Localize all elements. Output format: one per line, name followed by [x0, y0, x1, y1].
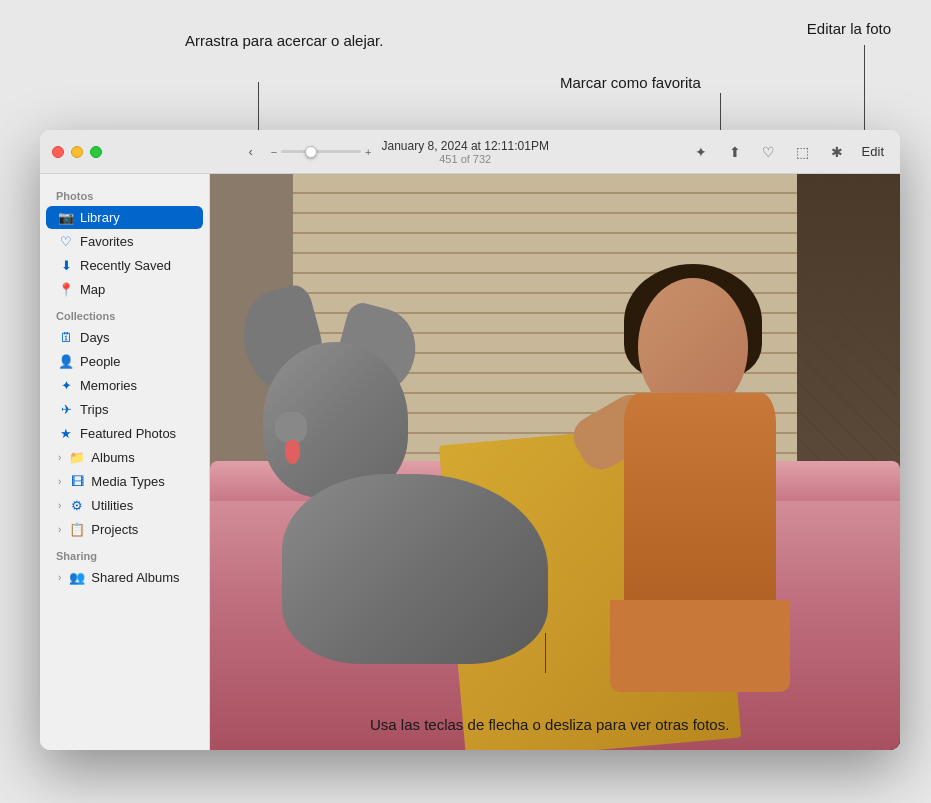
- sidebar-item-days[interactable]: 🗓 Days: [46, 326, 203, 349]
- zoom-minus-icon: −: [271, 146, 277, 158]
- adjust-button[interactable]: ✱: [824, 139, 850, 165]
- photo-girl: [569, 232, 845, 693]
- sidebar-item-media-types[interactable]: › 🎞 Media Types: [46, 470, 203, 493]
- sidebar-item-label: Map: [80, 282, 105, 297]
- sidebar-item-memories[interactable]: ✦ Memories: [46, 374, 203, 397]
- photos-section-label: Photos: [40, 182, 209, 205]
- library-icon: 📷: [58, 210, 74, 225]
- sidebar-item-label: Media Types: [91, 474, 164, 489]
- sidebar-item-people[interactable]: 👤 People: [46, 350, 203, 373]
- sidebar-item-label: Memories: [80, 378, 137, 393]
- favorite-button[interactable]: ♡: [756, 139, 782, 165]
- photo-dog: [245, 318, 625, 664]
- people-icon: 👤: [58, 354, 74, 369]
- sidebar-item-label: Featured Photos: [80, 426, 176, 441]
- dog-body: [282, 474, 548, 664]
- favorites-icon: ♡: [58, 234, 74, 249]
- collections-section-label: Collections: [40, 302, 209, 325]
- titlebar-actions: ✦ ⬆ ♡ ⬚ ✱ Edit: [688, 139, 888, 165]
- sidebar-item-label: Favorites: [80, 234, 133, 249]
- share-button[interactable]: ⬆: [722, 139, 748, 165]
- recently-saved-icon: ⬇: [58, 258, 74, 273]
- sidebar-item-label: Utilities: [91, 498, 133, 513]
- edit-photo-line: [864, 45, 865, 130]
- photo-area[interactable]: [210, 174, 900, 750]
- sidebar: Photos 📷 Library ♡ Favorites ⬇ Recently …: [40, 174, 210, 750]
- sidebar-item-library[interactable]: 📷 Library: [46, 206, 203, 229]
- sidebar-item-label: Projects: [91, 522, 138, 537]
- albums-icon: 📁: [69, 450, 85, 465]
- smart-album-button[interactable]: ✦: [688, 139, 714, 165]
- sidebar-item-favorites[interactable]: ♡ Favorites: [46, 230, 203, 253]
- mark-favorite-line: [720, 93, 721, 130]
- maximize-button[interactable]: [90, 146, 102, 158]
- sidebar-item-featured-photos[interactable]: ★ Featured Photos: [46, 422, 203, 445]
- photo-date: January 8, 2024 at 12:11:01PM: [382, 139, 549, 153]
- heart-icon: ♡: [762, 144, 775, 160]
- sidebar-item-label: People: [80, 354, 120, 369]
- titlebar: ‹ − + January 8, 2024 at 12:11:01PM 451 …: [40, 130, 900, 174]
- sidebar-item-label: Days: [80, 330, 110, 345]
- sidebar-item-recently-saved[interactable]: ⬇ Recently Saved: [46, 254, 203, 277]
- zoom-control: − +: [271, 146, 372, 158]
- sidebar-item-label: Shared Albums: [91, 570, 179, 585]
- sidebar-item-albums[interactable]: › 📁 Albums: [46, 446, 203, 469]
- sidebar-item-shared-albums[interactable]: › 👥 Shared Albums: [46, 566, 203, 589]
- projects-icon: 📋: [69, 522, 85, 537]
- sharing-section-label: Sharing: [40, 542, 209, 565]
- zoom-thumb: [305, 146, 317, 158]
- chevron-left-icon: ‹: [248, 144, 252, 159]
- drag-zoom-line: [258, 82, 259, 130]
- photo-count: 451 of 732: [382, 153, 549, 165]
- sidebar-item-utilities[interactable]: › ⚙ Utilities: [46, 494, 203, 517]
- memories-icon: ✦: [58, 378, 74, 393]
- map-icon: 📍: [58, 282, 74, 297]
- sidebar-item-label: Library: [80, 210, 120, 225]
- chevron-right-icon: ›: [58, 500, 61, 511]
- sidebar-item-trips[interactable]: ✈ Trips: [46, 398, 203, 421]
- sidebar-item-map[interactable]: 📍 Map: [46, 278, 203, 301]
- main-content: Photos 📷 Library ♡ Favorites ⬇ Recently …: [40, 174, 900, 750]
- zoom-plus-icon: +: [365, 146, 371, 158]
- edit-photo-annotation: Editar la foto: [807, 18, 891, 39]
- sidebar-item-label: Albums: [91, 450, 134, 465]
- photo-info: January 8, 2024 at 12:11:01PM 451 of 732: [382, 139, 549, 165]
- app-window: ‹ − + January 8, 2024 at 12:11:01PM 451 …: [40, 130, 900, 750]
- traffic-lights: [52, 146, 102, 158]
- days-icon: 🗓: [58, 330, 74, 345]
- magic-wand-icon: ✦: [695, 144, 707, 160]
- media-types-icon: 🎞: [69, 474, 85, 489]
- photo-scene: [210, 174, 900, 750]
- drag-zoom-annotation: Arrastra para acercar o alejar.: [185, 30, 383, 51]
- zoom-slider[interactable]: [281, 150, 361, 153]
- utilities-icon: ⚙: [69, 498, 85, 513]
- chevron-right-icon: ›: [58, 524, 61, 535]
- shared-albums-icon: 👥: [69, 570, 85, 585]
- share-icon: ⬆: [729, 144, 741, 160]
- crop-button[interactable]: ⬚: [790, 139, 816, 165]
- dog-tongue: [285, 440, 299, 463]
- trips-icon: ✈: [58, 402, 74, 417]
- chevron-right-icon: ›: [58, 476, 61, 487]
- girl-legs: [610, 600, 789, 692]
- featured-icon: ★: [58, 426, 74, 441]
- chevron-right-icon: ›: [58, 572, 61, 583]
- titlebar-center: ‹ − + January 8, 2024 at 12:11:01PM 451 …: [102, 139, 688, 165]
- crop-icon: ⬚: [796, 144, 809, 160]
- edit-button[interactable]: Edit: [858, 144, 888, 159]
- minimize-button[interactable]: [71, 146, 83, 158]
- sidebar-item-label: Recently Saved: [80, 258, 171, 273]
- sidebar-item-projects[interactable]: › 📋 Projects: [46, 518, 203, 541]
- sidebar-item-label: Trips: [80, 402, 108, 417]
- nav-back-button[interactable]: ‹: [241, 142, 261, 162]
- adjust-icon: ✱: [831, 144, 843, 160]
- mark-favorite-annotation: Marcar como favorita: [560, 72, 701, 93]
- dog-snout: [275, 412, 307, 443]
- close-button[interactable]: [52, 146, 64, 158]
- chevron-right-icon: ›: [58, 452, 61, 463]
